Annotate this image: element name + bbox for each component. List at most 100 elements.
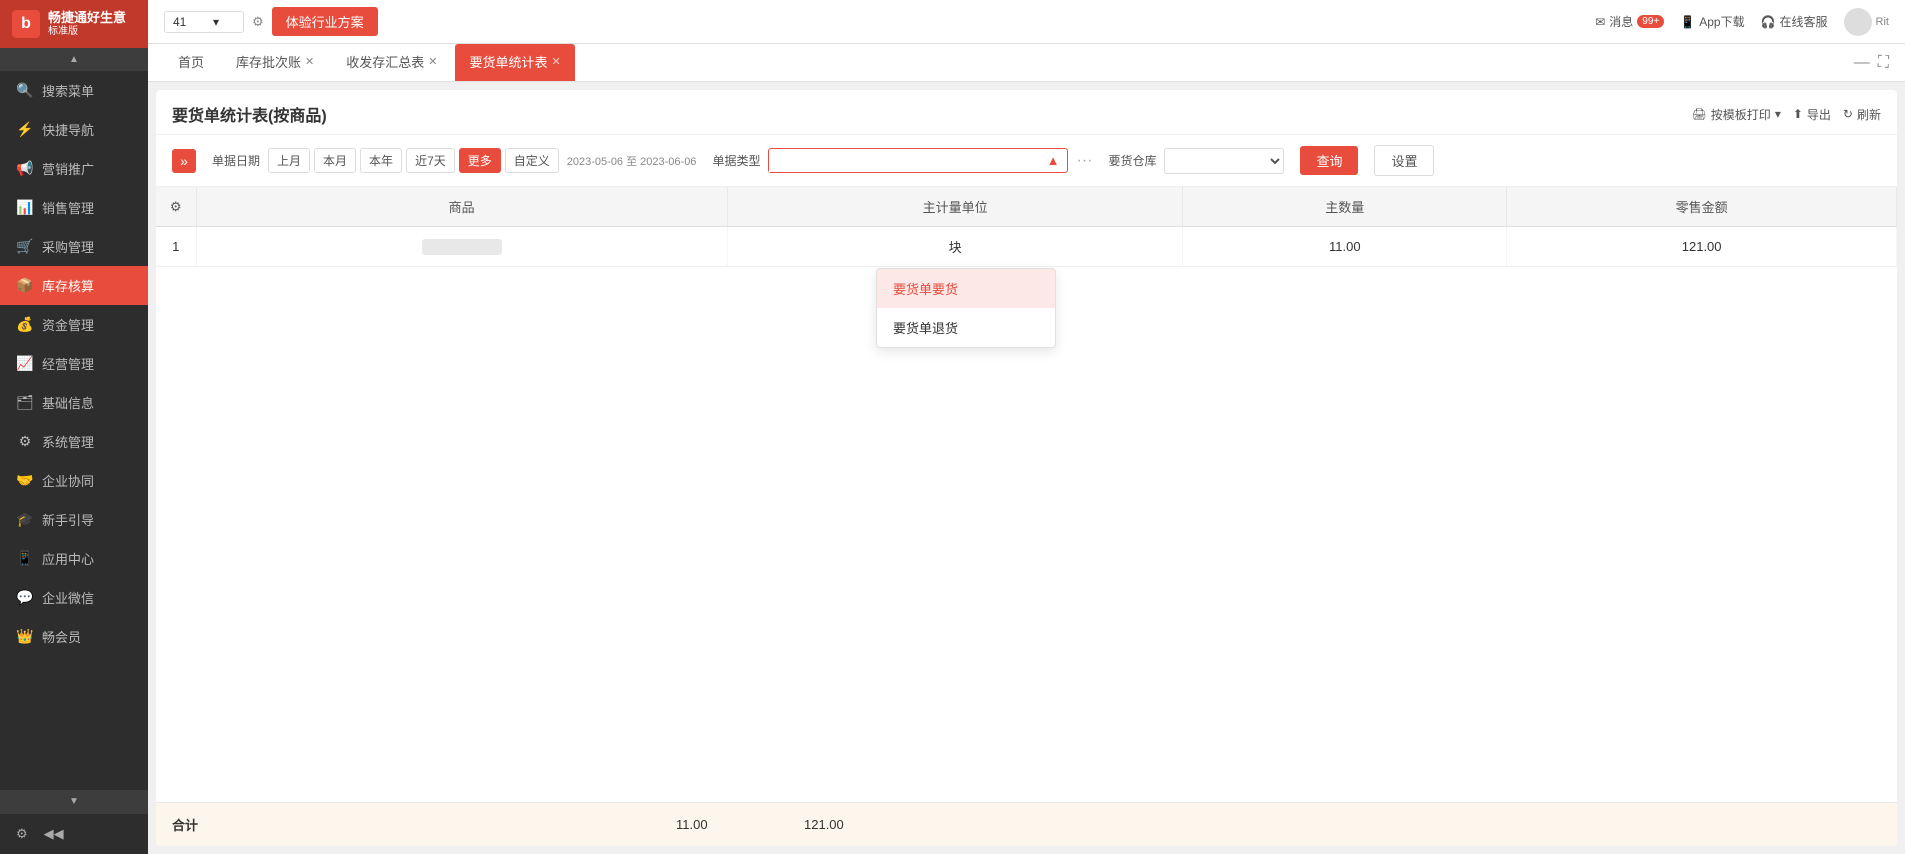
tab-order-stats[interactable]: 要货单统计表 ✕ <box>455 44 574 81</box>
export-btn[interactable]: ⬆ 导出 <box>1793 106 1831 123</box>
more-options-icon[interactable]: ··· <box>1076 152 1092 170</box>
tab-close-icon[interactable]: ✕ <box>428 55 437 68</box>
tab-home[interactable]: 首页 <box>164 44 218 81</box>
print-icon: 🖨 <box>1692 107 1707 121</box>
sidebar-item-label: 企业微信 <box>42 588 94 607</box>
print-btn[interactable]: 🖨 按模板打印 ▾ <box>1692 106 1781 123</box>
sidebar-item-inventory[interactable]: 📦 库存核算 <box>0 266 148 305</box>
user-avatar-btn[interactable]: Rit <box>1844 8 1889 36</box>
warehouse-filter-label: 要货仓库 <box>1108 152 1156 169</box>
sidebar-item-search[interactable]: 🔍 搜索菜单 <box>0 71 148 110</box>
app-download-btn[interactable]: 📱 App下载 <box>1680 13 1744 30</box>
app-logo: b <box>12 10 40 38</box>
sidebar-item-label: 新手引导 <box>42 510 94 529</box>
sidebar-item-label: 应用中心 <box>42 549 94 568</box>
sidebar-item-label: 销售管理 <box>42 198 94 217</box>
sidebar-item-marketing[interactable]: 📢 营销推广 <box>0 149 148 188</box>
sidebar-item-purchase[interactable]: 🛒 采购管理 <box>0 227 148 266</box>
guide-icon: 🎓 <box>16 511 34 528</box>
sidebar-item-member[interactable]: 👑 畅会员 <box>0 617 148 656</box>
sidebar-settings-btn[interactable]: ⚙ <box>16 826 28 842</box>
system-icon: ⚙ <box>16 433 34 450</box>
table-row: 1 块 11.00 121.00 <box>156 227 1897 267</box>
message-icon: ✉ <box>1595 15 1605 29</box>
promo-button[interactable]: 体验行业方案 <box>272 7 378 36</box>
chevron-up-icon[interactable]: ▲ <box>1039 149 1068 172</box>
sidebar-item-label: 搜索菜单 <box>42 81 94 100</box>
quicknav-icon: ⚡ <box>16 121 34 138</box>
page-header: 要货单统计表(按商品) 🖨 按模板打印 ▾ ⬆ 导出 ↻ 刷新 <box>156 90 1897 135</box>
chevron-down-icon: ▾ <box>213 15 219 29</box>
sidebar-item-quicknav[interactable]: ⚡ 快捷导航 <box>0 110 148 149</box>
date-filter-group: 单据日期 上月 本月 本年 近7天 更多 自定义 2023-05-06 至 20… <box>212 148 696 173</box>
table-settings-header[interactable]: ⚙ <box>156 187 196 227</box>
date-filter-label: 单据日期 <box>212 152 260 169</box>
message-btn[interactable]: ✉ 消息 99+ <box>1595 13 1664 30</box>
sidebar-item-label: 企业协同 <box>42 471 94 490</box>
sidebar-item-wechat[interactable]: 💬 企业微信 <box>0 578 148 617</box>
dropdown-item-order[interactable]: 要货单要货 <box>877 269 1055 308</box>
headset-icon: 🎧 <box>1761 15 1776 29</box>
date-7days-btn[interactable]: 近7天 <box>406 148 455 173</box>
refresh-btn[interactable]: ↻ 刷新 <box>1843 106 1881 123</box>
tab-label: 首页 <box>178 52 204 71</box>
type-filter-group: 单据类型 ▲ ··· <box>712 148 1092 173</box>
date-this-year-btn[interactable]: 本年 <box>360 148 402 173</box>
sidebar-footer: ⚙ ◀◀ <box>0 813 148 854</box>
sidebar-collapse-btn[interactable]: ◀◀ <box>44 826 64 842</box>
sidebar-item-basics[interactable]: 🗂 基础信息 <box>0 383 148 422</box>
sidebar-item-label: 经营管理 <box>42 354 94 373</box>
tab-close-icon[interactable]: ✕ <box>305 55 314 68</box>
sidebar-item-label: 系统管理 <box>42 432 94 451</box>
warehouse-select[interactable] <box>1164 148 1284 174</box>
online-service-label: 在线客服 <box>1780 13 1828 30</box>
sidebar-scroll-down[interactable]: ▼ <box>0 790 148 813</box>
tab-expand-icon[interactable]: ⛶ <box>1878 54 1889 72</box>
sidebar-item-apps[interactable]: 📱 应用中心 <box>0 539 148 578</box>
online-service-btn[interactable]: 🎧 在线客服 <box>1761 13 1828 30</box>
store-selector[interactable]: 41 ▾ <box>164 11 244 33</box>
type-select-input[interactable] <box>769 150 1038 172</box>
row-unit: 块 <box>727 227 1183 267</box>
tab-label: 库存批次账 <box>236 52 301 71</box>
tab-close-icon[interactable]: ✕ <box>552 55 561 68</box>
tab-summary[interactable]: 收发存汇总表 ✕ <box>332 44 451 81</box>
query-button[interactable]: 查询 <box>1300 146 1358 175</box>
sidebar-scroll-up[interactable]: ▲ <box>0 48 148 71</box>
page-title: 要货单统计表(按商品) <box>172 102 327 126</box>
date-custom-btn[interactable]: 自定义 <box>505 148 559 173</box>
date-more-btn[interactable]: 更多 <box>459 148 501 173</box>
tab-minimize-icon[interactable]: — <box>1854 54 1870 72</box>
tab-label: 收发存汇总表 <box>346 52 424 71</box>
page-content: 要货单统计表(按商品) 🖨 按模板打印 ▾ ⬆ 导出 ↻ 刷新 <box>156 90 1897 846</box>
table-header-product: 商品 <box>196 187 727 227</box>
tab-inventory-batch[interactable]: 库存批次账 ✕ <box>222 44 328 81</box>
topbar-settings-icon[interactable]: ⚙ <box>252 14 264 30</box>
search-icon: 🔍 <box>16 82 34 99</box>
inventory-icon: 📦 <box>16 277 34 294</box>
warehouse-filter-group: 要货仓库 <box>1108 148 1284 174</box>
export-icon: ⬆ <box>1793 107 1803 121</box>
date-this-month-btn[interactable]: 本月 <box>314 148 356 173</box>
sidebar-item-system[interactable]: ⚙ 系统管理 <box>0 422 148 461</box>
sidebar-item-finance[interactable]: 💰 资金管理 <box>0 305 148 344</box>
data-table: ⚙ 商品 主计量单位 主数量 零售金额 1 块 11.00 <box>156 187 1897 267</box>
operations-icon: 📈 <box>16 355 34 372</box>
date-last-month-btn[interactable]: 上月 <box>268 148 310 173</box>
filter-expand-btn[interactable]: » <box>172 149 196 173</box>
wechat-icon: 💬 <box>16 589 34 606</box>
tab-label: 要货单统计表 <box>469 52 547 71</box>
user-name: Rit <box>1876 16 1889 28</box>
sidebar-nav: 🔍 搜索菜单 ⚡ 快捷导航 📢 营销推广 📊 销售管理 🛒 采购管理 📦 库存核… <box>0 71 148 790</box>
type-select[interactable]: ▲ <box>768 148 1068 173</box>
summary-quantity: 11.00 <box>676 817 756 832</box>
message-badge: 99+ <box>1637 15 1664 28</box>
type-dropdown: 要货单要货 要货单退货 <box>876 268 1056 348</box>
settings-button[interactable]: 设置 <box>1374 145 1434 176</box>
sidebar-item-collab[interactable]: 🤝 企业协同 <box>0 461 148 500</box>
sidebar-item-sales[interactable]: 📊 销售管理 <box>0 188 148 227</box>
sidebar-item-guide[interactable]: 🎓 新手引导 <box>0 500 148 539</box>
dropdown-item-return[interactable]: 要货单退货 <box>877 308 1055 347</box>
app-name: 畅捷通好生意 <box>48 10 126 26</box>
sidebar-item-operations[interactable]: 📈 经营管理 <box>0 344 148 383</box>
